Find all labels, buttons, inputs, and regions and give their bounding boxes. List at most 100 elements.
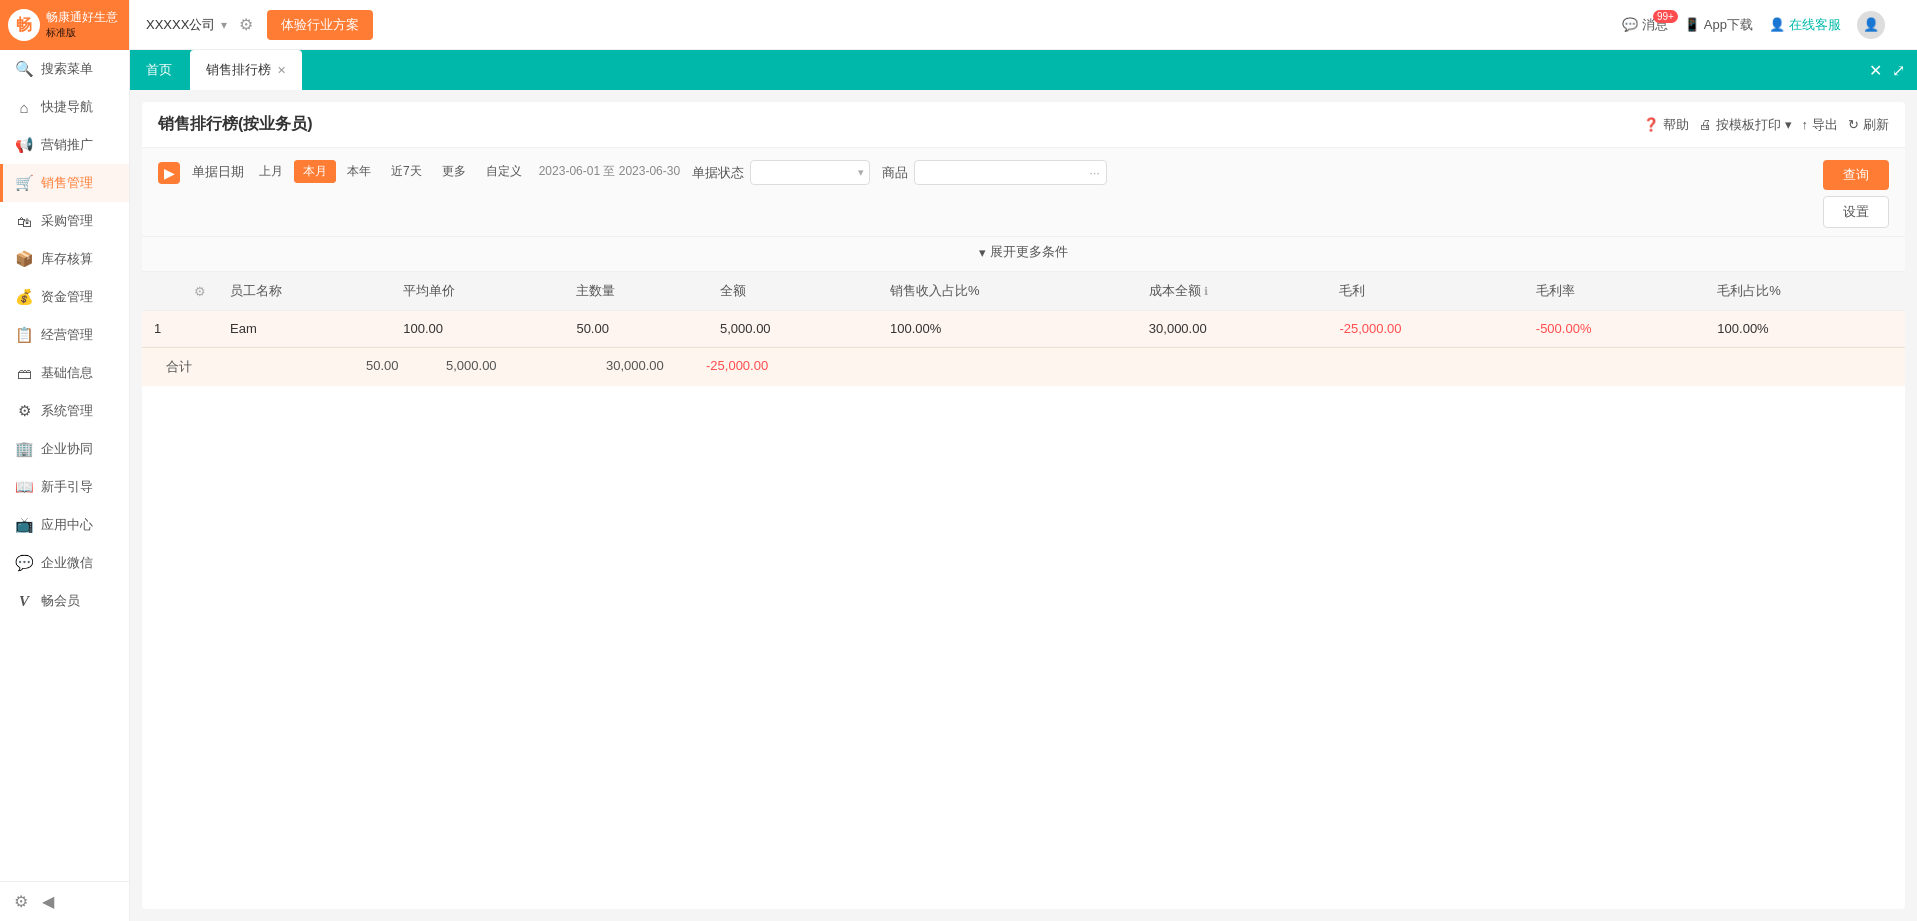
sidebar-item-search[interactable]: 🔍 搜索菜单 [0,50,129,88]
date-tab-last-month[interactable]: 上月 [250,160,292,183]
basic-icon: 🗃 [15,365,33,382]
date-tab-group: 上月 本月 本年 近7天 更多 自定义 [250,160,531,183]
filter-bar: ▶ 单据日期 上月 本月 本年 近7天 更多 自定义 2023-06-01 至 … [142,148,1905,237]
tabbar-close-icon[interactable]: ✕ [1869,61,1882,80]
help-button[interactable]: ❓ 帮助 [1643,116,1689,134]
filter-date-group: 单据日期 上月 本月 本年 近7天 更多 自定义 2023-06-01 至 20… [192,160,680,183]
date-tab-this-year[interactable]: 本年 [338,160,380,183]
sidebar-bottom: ⚙ ◀ [0,881,129,921]
goods-more-icon[interactable]: ··· [1089,165,1100,180]
sidebar-item-marketing[interactable]: 📢 营销推广 [0,126,129,164]
marketing-icon: 📢 [15,136,33,154]
topbar: XXXXX公司 ▾ ⚙ 体验行业方案 💬 消息 99+ 📱 App下载 👤 在线… [130,0,1917,50]
th-cost: 成本全额 ℹ [1137,272,1328,311]
cell-amount: 5,000.00 [708,311,878,347]
coop-icon: 🏢 [15,440,33,458]
search-icon: 🔍 [15,60,33,78]
expand-more-button[interactable]: ▾ 展开更多条件 [979,243,1068,261]
date-label: 单据日期 [192,163,244,181]
topbar-right: 💬 消息 99+ 📱 App下载 👤 在线客服 👤 [1622,11,1901,39]
query-btn-wrap: 查询 设置 [1823,160,1889,228]
th-settings[interactable]: ⚙ [182,272,218,311]
export-button[interactable]: ↑ 导出 [1802,116,1839,134]
filter-expand-button[interactable]: ▶ [158,162,180,184]
th-profit: 毛利 [1327,272,1523,311]
query-button[interactable]: 查询 [1823,160,1889,190]
sidebar-item-sales[interactable]: 🛒 销售管理 [0,164,129,202]
th-amount: 全额 [708,272,878,311]
collapse-icon[interactable]: ◀ [42,892,54,911]
table-wrap: ⚙ 员工名称 平均单价 主数量 全额 销售收入占比% 成本全额 ℹ 毛利 毛利率… [142,272,1905,347]
filter-settings-button[interactable]: 设置 [1823,196,1889,228]
th-rank [142,272,182,311]
date-tab-more[interactable]: 更多 [433,160,475,183]
footer-label: 合计 [154,358,354,376]
page-title: 销售排行榜(按业务员) [158,114,1643,135]
sidebar-item-coop[interactable]: 🏢 企业协同 [0,430,129,468]
export-icon: ↑ [1802,117,1809,132]
sidebar: 畅 畅康通好生意 标准版 🔍 搜索菜单 ⌂ 快捷导航 📢 营销推广 🛒 销售管理… [0,0,130,921]
filter-status-group: 单据状态 [692,160,870,185]
tabbar: 首页 销售排行榜 ✕ ✕ ⤢ [130,50,1917,90]
th-profit-rate: 毛利率 [1524,272,1706,311]
online-service-button[interactable]: 👤 在线客服 [1769,16,1841,34]
sidebar-item-apps[interactable]: 📺 应用中心 [0,506,129,544]
logo-icon: 畅 [8,9,40,41]
th-profit-pct: 毛利占比% [1705,272,1905,311]
topbar-gear-icon[interactable]: ⚙ [239,15,253,34]
th-name: 员工名称 [218,272,391,311]
date-tab-this-month[interactable]: 本月 [294,160,336,183]
table-header-row: ⚙ 员工名称 平均单价 主数量 全额 销售收入占比% 成本全额 ℹ 毛利 毛利率… [142,272,1905,311]
sidebar-item-system[interactable]: ⚙ 系统管理 [0,392,129,430]
app-download-button[interactable]: 📱 App下载 [1684,16,1753,34]
table-row: 1 Eam 100.00 50.00 5,000.00 100.00% 30,0… [142,311,1905,347]
page-inner: 销售排行榜(按业务员) ❓ 帮助 🖨 按模板打印 ▾ ↑ 导出 [142,102,1905,909]
company-chevron-icon: ▾ [221,18,227,32]
page-actions: ❓ 帮助 🖨 按模板打印 ▾ ↑ 导出 ↻ 刷新 [1643,116,1890,134]
sidebar-item-member[interactable]: V 畅会员 [0,582,129,620]
tab-sales-rank[interactable]: 销售排行榜 ✕ [190,50,302,90]
trial-button[interactable]: 体验行业方案 [267,10,373,40]
sidebar-item-basic[interactable]: 🗃 基础信息 [0,354,129,392]
cell-cost: 30,000.00 [1137,311,1328,347]
sidebar-item-purchase[interactable]: 🛍 采购管理 [0,202,129,240]
cell-qty: 50.00 [564,311,708,347]
date-tab-custom[interactable]: 自定义 [477,160,531,183]
filter-actions: 查询 设置 [1823,160,1889,228]
cost-info-icon: ℹ [1204,285,1208,297]
goods-input[interactable] [921,161,1089,184]
status-select[interactable] [750,160,870,185]
tabbar-right: ✕ ⤢ [1869,61,1917,80]
cell-profit-pct: 100.00% [1705,311,1905,347]
goods-label: 商品 [882,164,908,182]
app-icon: 📱 [1684,17,1700,32]
sidebar-item-funds[interactable]: 💰 资金管理 [0,278,129,316]
status-label: 单据状态 [692,164,744,182]
footer-amount: 5,000.00 [434,358,534,376]
sidebar-item-shortcut[interactable]: ⌂ 快捷导航 [0,88,129,126]
tab-close-icon[interactable]: ✕ [277,64,286,77]
refresh-button[interactable]: ↻ 刷新 [1848,116,1889,134]
tab-home[interactable]: 首页 [130,50,188,90]
sidebar-item-inventory[interactable]: 📦 库存核算 [0,240,129,278]
print-icon: 🖨 [1699,117,1712,132]
cell-sales-pct: 100.00% [878,311,1137,347]
home-icon: ⌂ [15,99,33,116]
sidebar-item-operations[interactable]: 📋 经营管理 [0,316,129,354]
system-icon: ⚙ [15,402,33,420]
sidebar-item-guide[interactable]: 📖 新手引导 [0,468,129,506]
tabbar-expand-icon[interactable]: ⤢ [1892,61,1905,80]
date-tab-7days[interactable]: 近7天 [382,160,431,183]
th-qty: 主数量 [564,272,708,311]
data-table: ⚙ 员工名称 平均单价 主数量 全额 销售收入占比% 成本全额 ℹ 毛利 毛利率… [142,272,1905,347]
print-button[interactable]: 🖨 按模板打印 ▾ [1699,116,1792,134]
filter-row2: ▾ 展开更多条件 [142,237,1905,272]
th-avg-price: 平均单价 [391,272,564,311]
settings-bottom-icon[interactable]: ⚙ [14,892,28,911]
user-avatar[interactable]: 👤 [1857,11,1885,39]
tab-sales-rank-label: 销售排行榜 [206,61,271,79]
company-selector[interactable]: XXXXX公司 ▾ [146,16,227,34]
cell-name: Eam [218,311,391,347]
sidebar-item-wechat[interactable]: 💬 企业微信 [0,544,129,582]
message-button[interactable]: 💬 消息 99+ [1622,16,1668,34]
